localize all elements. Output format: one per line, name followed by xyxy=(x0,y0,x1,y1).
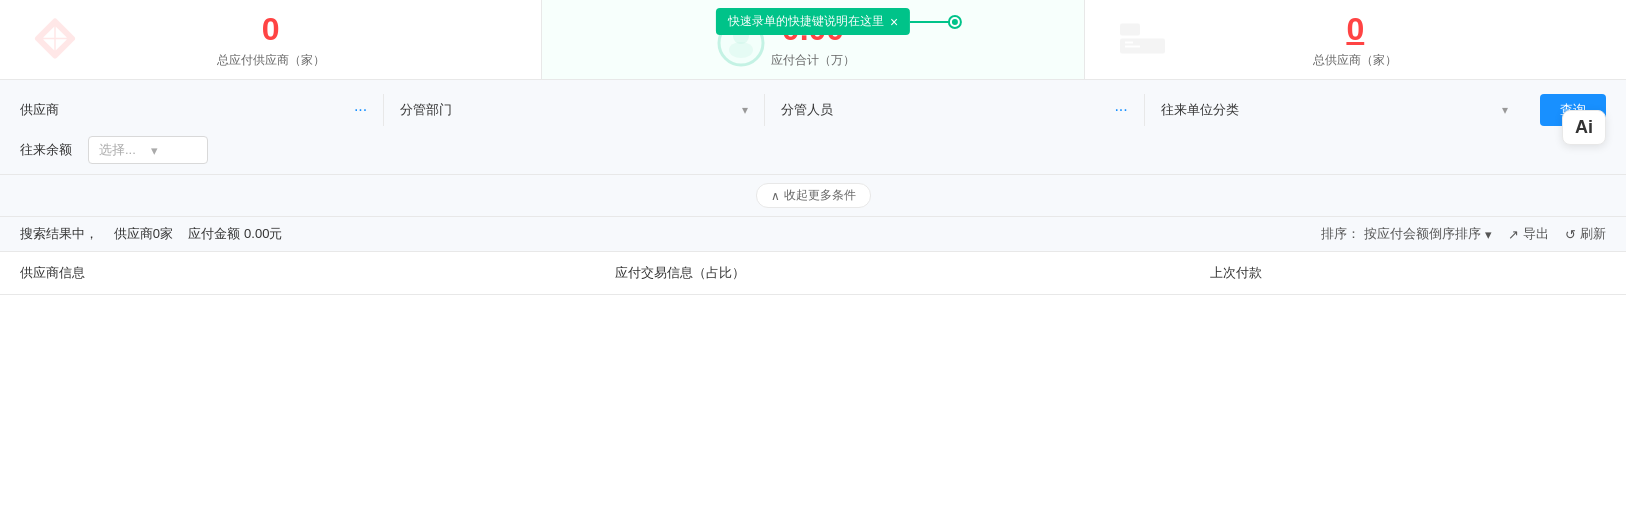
stats-bar: 0 总应付供应商（家） 快速录单的快捷键说明在这里 × 0.00 应付合计（万） xyxy=(0,0,1626,80)
table-body xyxy=(0,295,1626,515)
department-input[interactable] xyxy=(460,103,737,118)
refresh-icon: ↺ xyxy=(1565,227,1576,242)
collapse-button[interactable]: ∧ 收起更多条件 xyxy=(756,183,871,208)
tooltip-dot xyxy=(950,17,960,27)
filter-area: 供应商 ··· 分管部门 ▾ 分管人员 ··· 往来单位分类 ▾ 查询 往来余额 xyxy=(0,80,1626,175)
col-payable-info: 应付交易信息（占比） xyxy=(615,264,1210,282)
department-chevron-icon[interactable]: ▾ xyxy=(742,103,748,117)
col-last-payment: 上次付款 xyxy=(1210,264,1607,282)
filter-row-2: 往来余额 选择... ▾ xyxy=(20,136,1606,174)
results-prefix: 搜索结果中， xyxy=(20,226,98,241)
person-label: 分管人员 xyxy=(781,101,833,119)
person-dots-btn[interactable]: ··· xyxy=(1114,101,1127,119)
balance-chevron-icon: ▾ xyxy=(151,143,197,158)
col-supplier-info: 供应商信息 xyxy=(20,264,615,282)
tooltip-text: 快速录单的快捷键说明在这里 xyxy=(728,13,884,30)
ai-badge[interactable]: Ai xyxy=(1562,110,1606,145)
svg-rect-10 xyxy=(1125,41,1133,43)
results-bar: 搜索结果中， 供应商0家 应付金额 0.00元 排序： 按应付会额倒序排序 ▾ … xyxy=(0,217,1626,252)
payable-suppliers-number: 0 xyxy=(262,10,280,48)
table-header: 供应商信息 应付交易信息（占比） 上次付款 xyxy=(0,252,1626,295)
supplier-dots-btn[interactable]: ··· xyxy=(354,101,367,119)
payable-amount-stat: 快速录单的快捷键说明在这里 × 0.00 应付合计（万） xyxy=(542,0,1084,79)
department-label: 分管部门 xyxy=(400,101,452,119)
balance-filter: 往来余额 选择... ▾ xyxy=(20,136,208,164)
results-amount: 应付金额 0.00元 xyxy=(188,226,282,241)
balance-label: 往来余额 xyxy=(20,141,72,159)
sort-dropdown[interactable]: 排序： 按应付会额倒序排序 ▾ xyxy=(1321,225,1492,243)
results-info: 搜索结果中， 供应商0家 应付金额 0.00元 xyxy=(20,225,294,243)
export-icon: ↗ xyxy=(1508,227,1519,242)
person-filter: 分管人员 ··· xyxy=(765,94,1145,126)
collapse-bar: ∧ 收起更多条件 xyxy=(0,175,1626,217)
payable-amount-label: 应付合计（万） xyxy=(771,52,855,69)
total-suppliers-label: 总供应商（家） xyxy=(1313,52,1397,69)
svg-rect-8 xyxy=(1120,23,1140,35)
total-suppliers-number: 0 xyxy=(1346,10,1364,48)
supplier-label: 供应商 xyxy=(20,101,59,119)
unit-class-input[interactable] xyxy=(1247,103,1498,118)
results-suppliers: 供应商0家 xyxy=(114,226,173,241)
sort-value: 按应付会额倒序排序 xyxy=(1364,225,1481,243)
collapse-up-icon: ∧ xyxy=(771,189,780,203)
refresh-label: 刷新 xyxy=(1580,225,1606,243)
total-suppliers-stat: 0 总供应商（家） xyxy=(1085,0,1626,79)
filter-row-1: 供应商 ··· 分管部门 ▾ 分管人员 ··· 往来单位分类 ▾ 查询 xyxy=(20,94,1606,126)
supplier-input[interactable] xyxy=(67,103,350,118)
person-input[interactable] xyxy=(841,103,1111,118)
sort-label: 排序： xyxy=(1321,225,1360,243)
balance-placeholder: 选择... xyxy=(99,141,145,159)
unit-class-filter: 往来单位分类 ▾ xyxy=(1145,94,1524,126)
tooltip-bubble: 快速录单的快捷键说明在这里 × xyxy=(716,8,910,35)
payable-suppliers-label: 总应付供应商（家） xyxy=(217,52,325,69)
balance-dropdown[interactable]: 选择... ▾ xyxy=(88,136,208,164)
unit-class-label: 往来单位分类 xyxy=(1161,101,1239,119)
refresh-button[interactable]: ↺ 刷新 xyxy=(1565,225,1606,243)
export-button[interactable]: ↗ 导出 xyxy=(1508,225,1549,243)
sort-chevron-icon: ▾ xyxy=(1485,227,1492,242)
export-label: 导出 xyxy=(1523,225,1549,243)
department-filter: 分管部门 ▾ xyxy=(384,94,764,126)
payable-suppliers-stat: 0 总应付供应商（家） xyxy=(0,0,542,79)
supplier-filter: 供应商 ··· xyxy=(20,94,384,126)
unit-class-chevron-icon[interactable]: ▾ xyxy=(1502,103,1508,117)
svg-rect-11 xyxy=(1125,45,1140,47)
collapse-label: 收起更多条件 xyxy=(784,187,856,204)
results-actions: 排序： 按应付会额倒序排序 ▾ ↗ 导出 ↺ 刷新 xyxy=(1321,225,1606,243)
svg-point-5 xyxy=(729,42,753,58)
tooltip-close-btn[interactable]: × xyxy=(890,15,898,29)
